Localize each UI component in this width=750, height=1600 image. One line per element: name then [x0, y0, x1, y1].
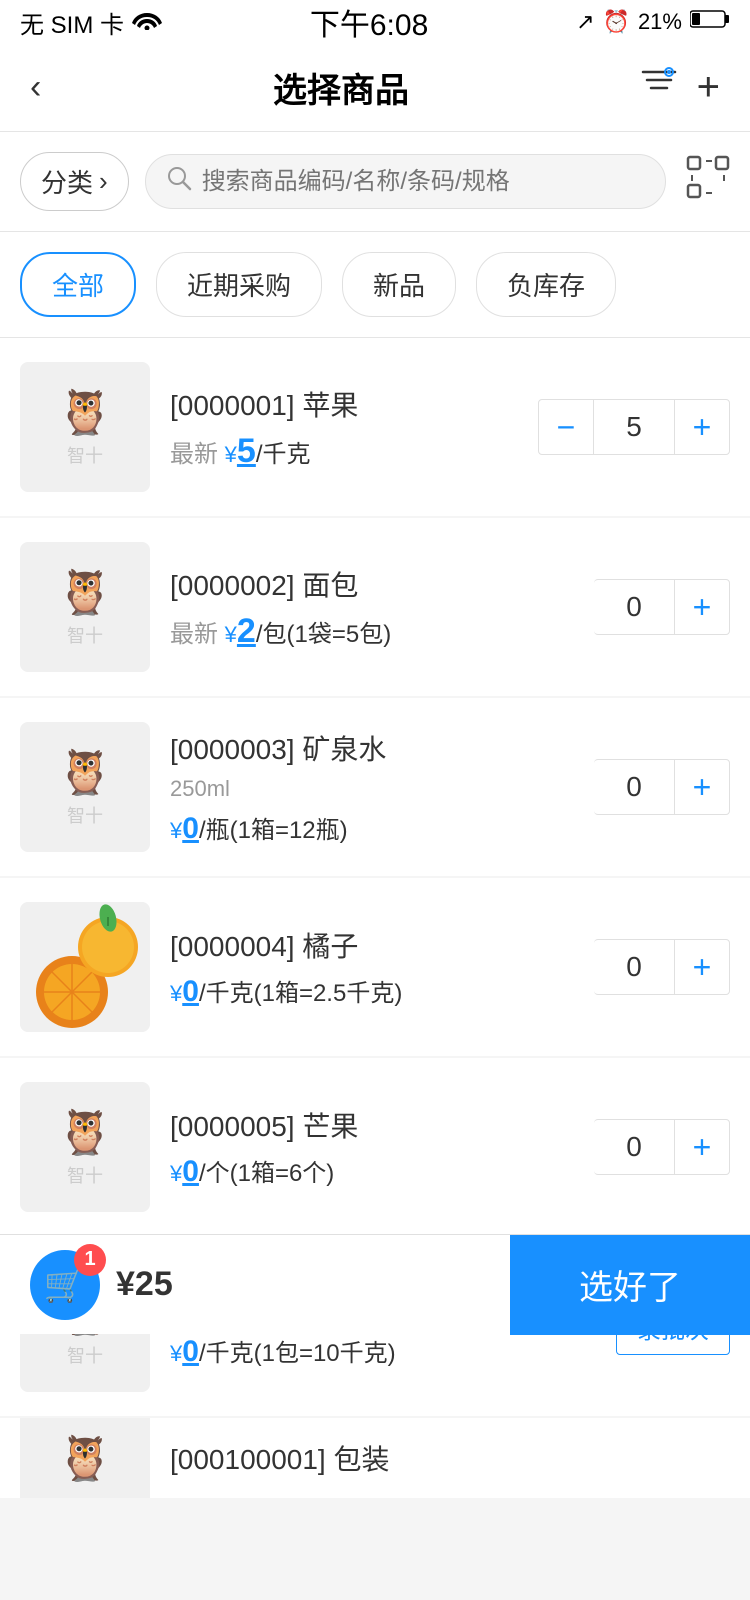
- product-price-1: 最新 ¥5/千克: [170, 432, 518, 471]
- tab-negative[interactable]: 负库存: [476, 252, 616, 317]
- product-price-6: ¥0/千克(1包=10千克): [170, 1333, 596, 1369]
- product-list: 🦉 智十 [0000001] 苹果 最新 ¥5/千克 − + 🦉 智十 [000…: [0, 338, 750, 1600]
- back-button[interactable]: ‹: [30, 68, 41, 107]
- product-name-7: [000100001] 包装: [170, 1438, 730, 1478]
- cart-badge: 1: [74, 1244, 106, 1276]
- bottom-bar: 🛒 1 ¥25 选好了: [0, 1234, 750, 1334]
- filter-icon[interactable]: [641, 66, 677, 109]
- tabs-bar: 全部 近期采购 新品 负库存: [0, 232, 750, 338]
- product-name-2: [0000002] 面包: [170, 564, 574, 604]
- product-price-3: ¥0/瓶(1箱=12瓶): [170, 810, 574, 846]
- qty-increase-5[interactable]: +: [674, 1119, 730, 1175]
- tab-new[interactable]: 新品: [342, 252, 456, 317]
- page-title: 选择商品: [273, 63, 409, 112]
- status-time: 下午6:08: [310, 0, 428, 44]
- confirm-button[interactable]: 选好了: [510, 1235, 750, 1335]
- owl-logo-icon: 🦉: [58, 566, 113, 618]
- owl-text: 智十: [67, 802, 103, 828]
- product-image-2: 🦉 智十: [20, 542, 150, 672]
- product-name-5: [0000005] 芒果: [170, 1105, 574, 1145]
- status-left: 无 SIM 卡: [20, 5, 162, 40]
- owl-logo-icon: 🦉: [58, 746, 113, 798]
- product-name-4: [0000004] 橘子: [170, 925, 574, 965]
- wifi-icon: [132, 8, 162, 37]
- qty-input-2[interactable]: [594, 579, 674, 635]
- product-name-1: [0000001] 苹果: [170, 384, 518, 424]
- product-spec-3: 250ml: [170, 776, 574, 802]
- nav-left: ‹: [30, 68, 41, 107]
- list-item: [0000004] 橘子 ¥0/千克(1箱=2.5千克) +: [0, 878, 750, 1056]
- orange-image: [20, 902, 150, 1032]
- product-image-3: 🦉 智十: [20, 722, 150, 852]
- cart-section: 🛒 1 ¥25: [0, 1250, 510, 1320]
- list-item: 🦉 智十 [0000003] 矿泉水 250ml ¥0/瓶(1箱=12瓶) +: [0, 698, 750, 876]
- list-item: 🦉 智十 [0000002] 面包 最新 ¥2/包(1袋=5包) +: [0, 518, 750, 696]
- filter-bar: 分类 ›: [0, 132, 750, 232]
- qty-increase-1[interactable]: +: [674, 399, 730, 455]
- product-image-5: 🦉 智十: [20, 1082, 150, 1212]
- owl-logo-icon: 🦉: [58, 1432, 113, 1484]
- owl-logo-icon: 🦉: [58, 1106, 113, 1158]
- add-icon[interactable]: +: [697, 65, 720, 110]
- qty-control-4: +: [594, 939, 730, 995]
- scan-icon[interactable]: [686, 155, 730, 208]
- list-item: 🦉 智十 [0000001] 苹果 最新 ¥5/千克 − +: [0, 338, 750, 516]
- qty-increase-3[interactable]: +: [674, 759, 730, 815]
- owl-text: 智十: [67, 622, 103, 648]
- product-info-1: [0000001] 苹果 最新 ¥5/千克: [170, 384, 518, 471]
- product-info-4: [0000004] 橘子 ¥0/千克(1箱=2.5千克): [170, 925, 574, 1009]
- nav-right: +: [641, 65, 720, 110]
- location-icon: ↗: [576, 9, 594, 35]
- qty-input-5[interactable]: [594, 1119, 674, 1175]
- product-image-7: 🦉: [20, 1418, 150, 1498]
- status-right: ↗ ⏰ 21%: [576, 9, 730, 35]
- alarm-icon: ⏰: [603, 9, 630, 35]
- search-box: [145, 154, 666, 209]
- tab-negative-label: 负库存: [507, 271, 585, 301]
- qty-control-1: − +: [538, 399, 730, 455]
- qty-input-3[interactable]: [594, 759, 674, 815]
- product-price-2: 最新 ¥2/包(1袋=5包): [170, 612, 574, 651]
- category-arrow: ›: [99, 166, 108, 197]
- category-label: 分类: [41, 163, 93, 200]
- tab-recent[interactable]: 近期采购: [156, 252, 322, 317]
- product-price-4: ¥0/千克(1箱=2.5千克): [170, 973, 574, 1009]
- product-name-3: [0000003] 矿泉水: [170, 728, 574, 768]
- cart-icon-button[interactable]: 🛒 1: [30, 1250, 100, 1320]
- search-input[interactable]: [202, 168, 645, 196]
- battery-icon: [690, 9, 730, 35]
- product-info-5: [0000005] 芒果 ¥0/个(1箱=6个): [170, 1105, 574, 1189]
- qty-control-5: +: [594, 1119, 730, 1175]
- status-bar: 无 SIM 卡 下午6:08 ↗ ⏰ 21%: [0, 0, 750, 44]
- qty-control-3: +: [594, 759, 730, 815]
- category-button[interactable]: 分类 ›: [20, 152, 129, 211]
- list-item: 🦉 [000100001] 包装: [0, 1418, 750, 1498]
- owl-text: 智十: [67, 442, 103, 468]
- search-icon: [166, 165, 192, 198]
- qty-increase-2[interactable]: +: [674, 579, 730, 635]
- tab-recent-label: 近期采购: [187, 271, 291, 301]
- qty-increase-4[interactable]: +: [674, 939, 730, 995]
- qty-control-2: +: [594, 579, 730, 635]
- tab-new-label: 新品: [373, 271, 425, 301]
- product-info-7: [000100001] 包装: [170, 1438, 730, 1478]
- owl-text: 智十: [67, 1162, 103, 1188]
- product-price-5: ¥0/个(1箱=6个): [170, 1153, 574, 1189]
- owl-logo-icon: 🦉: [58, 386, 113, 438]
- list-item: 🦉 智十 [0000005] 芒果 ¥0/个(1箱=6个) +: [0, 1058, 750, 1236]
- tab-all[interactable]: 全部: [20, 252, 136, 317]
- sim-status: 无 SIM 卡: [20, 5, 124, 40]
- product-info-3: [0000003] 矿泉水 250ml ¥0/瓶(1箱=12瓶): [170, 728, 574, 846]
- qty-decrease-1[interactable]: −: [538, 399, 594, 455]
- product-info-2: [0000002] 面包 最新 ¥2/包(1袋=5包): [170, 564, 574, 651]
- product-image-4: [20, 902, 150, 1032]
- qty-input-1[interactable]: [594, 399, 674, 455]
- nav-bar: ‹ 选择商品 +: [0, 44, 750, 132]
- product-image-1: 🦉 智十: [20, 362, 150, 492]
- tab-all-label: 全部: [52, 271, 104, 301]
- qty-input-4[interactable]: [594, 939, 674, 995]
- battery-text: 21%: [638, 9, 682, 35]
- cart-total: ¥25: [116, 1265, 173, 1304]
- owl-text: 智十: [67, 1342, 103, 1368]
